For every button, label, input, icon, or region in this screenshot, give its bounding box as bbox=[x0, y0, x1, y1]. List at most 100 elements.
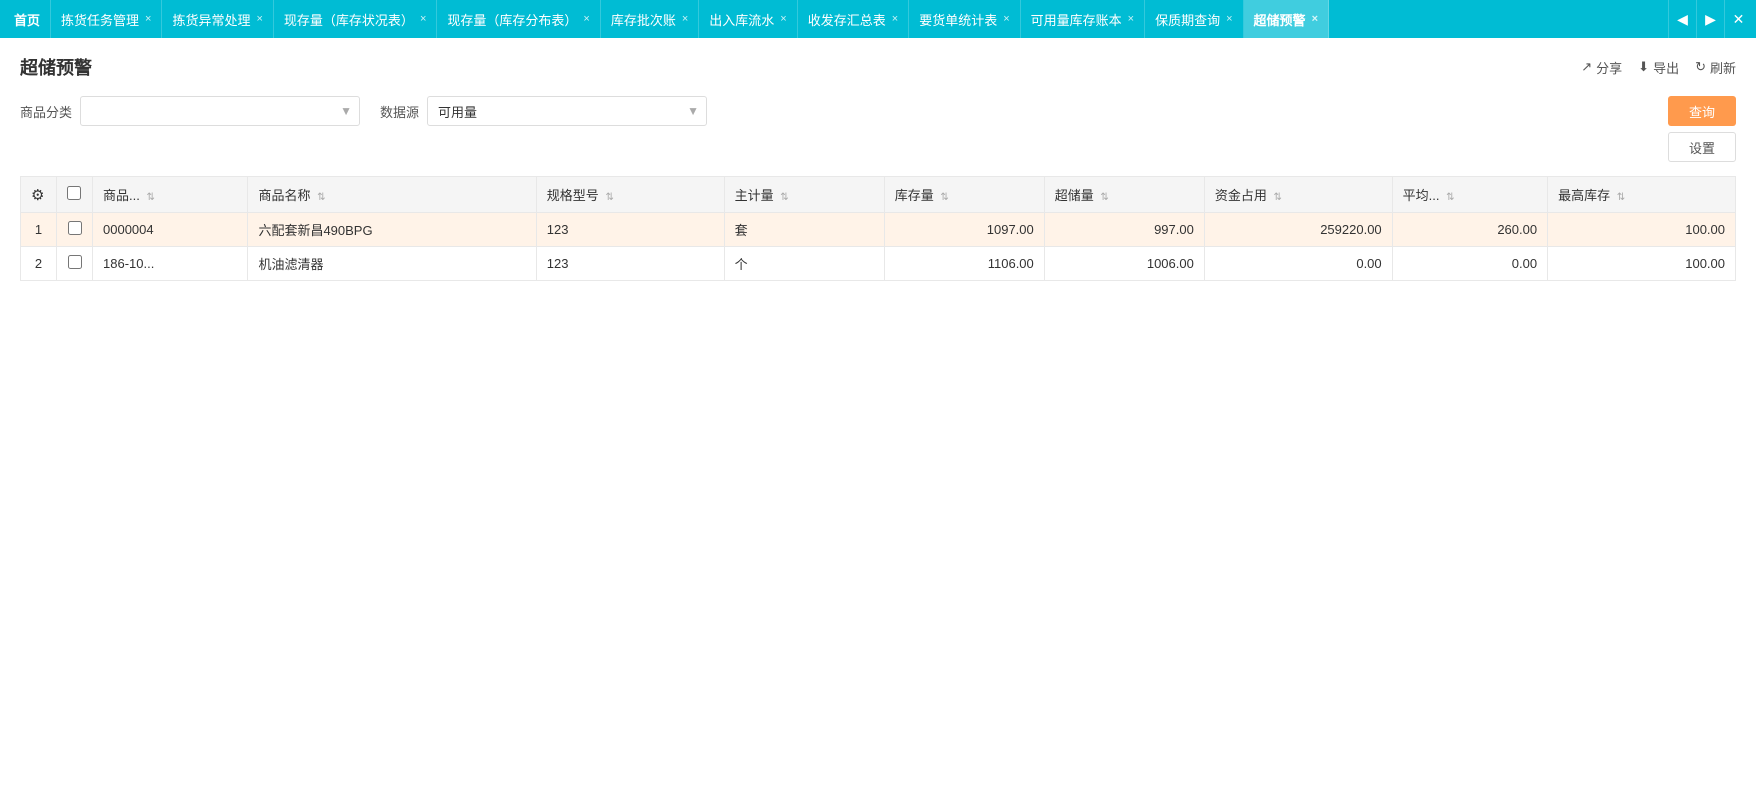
nav-tab-batch-account-label: 库存批次账 bbox=[611, 10, 676, 29]
nav-tab-inout-flow-label: 出入库流水 bbox=[709, 10, 774, 29]
nav-arrows: ◀ ▶ ✕ bbox=[1668, 0, 1752, 38]
nav-tab-overstock-alert[interactable]: 超储预警 × bbox=[1244, 0, 1329, 38]
th-overstock[interactable]: 超储量 ⇅ bbox=[1044, 177, 1204, 213]
nav-tab-order-stats[interactable]: 要货单统计表 × bbox=[909, 0, 1020, 38]
td-avg-2: 0.00 bbox=[1392, 247, 1547, 281]
td-checkbox-2[interactable] bbox=[57, 247, 93, 281]
td-code-2: 186-10... bbox=[93, 247, 248, 281]
category-select-wrapper: ▼ bbox=[80, 96, 360, 126]
refresh-action[interactable]: ↻ 刷新 bbox=[1695, 58, 1736, 77]
td-unit-2: 个 bbox=[724, 247, 884, 281]
nav-tab-picking-exception-close[interactable]: × bbox=[256, 13, 262, 25]
nav-arrow-right[interactable]: ▶ bbox=[1696, 0, 1724, 38]
nav-tab-picking-exception-label: 拣货异常处理 bbox=[172, 10, 250, 29]
datasource-select-value: 可用量 bbox=[438, 102, 477, 121]
export-action[interactable]: ⬇ 导出 bbox=[1638, 58, 1679, 77]
page-title: 超储预警 bbox=[20, 54, 92, 80]
nav-tab-recv-send-summary-close[interactable]: × bbox=[892, 13, 898, 25]
nav-tab-picking-task-close[interactable]: × bbox=[145, 13, 151, 25]
export-label: 导出 bbox=[1653, 58, 1679, 77]
nav-tab-overstock-alert-close[interactable]: × bbox=[1312, 13, 1318, 25]
nav-tab-home[interactable]: 首页 bbox=[4, 0, 51, 38]
td-capital-2: 0.00 bbox=[1204, 247, 1392, 281]
nav-tab-order-stats-close[interactable]: × bbox=[1003, 13, 1009, 25]
category-select[interactable] bbox=[80, 96, 360, 126]
th-checkbox[interactable] bbox=[57, 177, 93, 213]
query-button[interactable]: 查询 bbox=[1668, 96, 1736, 126]
td-maxstock-1: 100.00 bbox=[1548, 213, 1736, 247]
th-spec[interactable]: 规格型号 ⇅ bbox=[536, 177, 724, 213]
nav-tab-shelf-life-close[interactable]: × bbox=[1226, 13, 1232, 25]
nav-tab-stock-status-close[interactable]: × bbox=[420, 13, 426, 25]
th-unit[interactable]: 主计量 ⇅ bbox=[724, 177, 884, 213]
td-code-1: 0000004 bbox=[93, 213, 248, 247]
th-settings[interactable]: ⚙ bbox=[21, 177, 57, 213]
select-all-checkbox[interactable] bbox=[67, 186, 81, 200]
td-checkbox-1[interactable] bbox=[57, 213, 93, 247]
th-overstock-sort-icon: ⇅ bbox=[1100, 192, 1108, 203]
page-header: 超储预警 ↗ 分享 ⬇ 导出 ↻ 刷新 bbox=[20, 54, 1736, 80]
th-name-label: 商品名称 bbox=[258, 188, 310, 203]
nav-arrow-close[interactable]: ✕ bbox=[1724, 0, 1752, 38]
nav-tab-stock-dist-close[interactable]: × bbox=[583, 13, 589, 25]
datasource-filter-group: 数据源 可用量 ▼ bbox=[380, 96, 707, 126]
header-actions: ↗ 分享 ⬇ 导出 ↻ 刷新 bbox=[1581, 58, 1736, 77]
filter-and-buttons: 商品分类 ▼ 数据源 可用量 ▼ bbox=[20, 96, 1736, 162]
table-row: 2 186-10... 机油滤清器 123 个 1106.00 1006.00 … bbox=[21, 247, 1736, 281]
nav-tab-recv-send-summary[interactable]: 收发存汇总表 × bbox=[798, 0, 909, 38]
nav-tab-recv-send-summary-label: 收发存汇总表 bbox=[808, 10, 886, 29]
th-maxstock[interactable]: 最高库存 ⇅ bbox=[1548, 177, 1736, 213]
nav-tab-overstock-alert-label: 超储预警 bbox=[1254, 10, 1306, 29]
td-spec-2: 123 bbox=[536, 247, 724, 281]
nav-tab-picking-exception[interactable]: 拣货异常处理 × bbox=[162, 0, 273, 38]
td-unit-1: 套 bbox=[724, 213, 884, 247]
th-unit-label: 主计量 bbox=[735, 188, 774, 203]
td-row-num-1: 1 bbox=[21, 213, 57, 247]
th-capital[interactable]: 资金占用 ⇅ bbox=[1204, 177, 1392, 213]
filters-area: 商品分类 ▼ 数据源 可用量 ▼ bbox=[20, 96, 1652, 126]
td-row-num-2: 2 bbox=[21, 247, 57, 281]
refresh-label: 刷新 bbox=[1710, 58, 1736, 77]
th-avg[interactable]: 平均... ⇅ bbox=[1392, 177, 1547, 213]
datasource-filter-label: 数据源 bbox=[380, 102, 419, 121]
table-header: ⚙ 商品... ⇅ 商品名称 ⇅ 规格型号 ⇅ 主计量 bbox=[21, 177, 1736, 213]
row-checkbox-1[interactable] bbox=[68, 221, 82, 235]
th-code[interactable]: 商品... ⇅ bbox=[93, 177, 248, 213]
share-icon: ↗ bbox=[1581, 59, 1592, 75]
th-stock[interactable]: 库存量 ⇅ bbox=[884, 177, 1044, 213]
nav-tab-available-stock[interactable]: 可用量库存账本 × bbox=[1021, 0, 1145, 38]
nav-tab-shelf-life-label: 保质期查询 bbox=[1155, 10, 1220, 29]
nav-tab-available-stock-close[interactable]: × bbox=[1128, 13, 1134, 25]
th-maxstock-sort-icon: ⇅ bbox=[1617, 192, 1625, 203]
datasource-select[interactable]: 可用量 bbox=[427, 96, 707, 126]
nav-tab-inout-flow[interactable]: 出入库流水 × bbox=[699, 0, 797, 38]
row-checkbox-2[interactable] bbox=[68, 255, 82, 269]
nav-tab-shelf-life[interactable]: 保质期查询 × bbox=[1145, 0, 1243, 38]
th-stock-label: 库存量 bbox=[895, 188, 934, 203]
settings-button[interactable]: 设置 bbox=[1668, 132, 1736, 162]
nav-tab-batch-account[interactable]: 库存批次账 × bbox=[601, 0, 699, 38]
nav-tab-stock-status[interactable]: 现存量（库存状况表） × bbox=[274, 0, 437, 38]
page-content: 超储预警 ↗ 分享 ⬇ 导出 ↻ 刷新 商品分类 bbox=[0, 38, 1756, 800]
table-header-row: ⚙ 商品... ⇅ 商品名称 ⇅ 规格型号 ⇅ 主计量 bbox=[21, 177, 1736, 213]
th-capital-sort-icon: ⇅ bbox=[1273, 192, 1281, 203]
export-icon: ⬇ bbox=[1638, 59, 1649, 75]
refresh-icon: ↻ bbox=[1695, 59, 1706, 75]
nav-tab-stock-dist-label: 现存量（库存分布表） bbox=[447, 10, 577, 29]
nav-tab-inout-flow-close[interactable]: × bbox=[780, 13, 786, 25]
th-name[interactable]: 商品名称 ⇅ bbox=[248, 177, 536, 213]
nav-tab-picking-task[interactable]: 拣货任务管理 × bbox=[51, 0, 162, 38]
th-name-sort-icon: ⇅ bbox=[317, 192, 325, 203]
th-overstock-label: 超储量 bbox=[1055, 188, 1094, 203]
th-avg-sort-icon: ⇅ bbox=[1446, 192, 1454, 203]
td-avg-1: 260.00 bbox=[1392, 213, 1547, 247]
nav-tab-stock-dist[interactable]: 现存量（库存分布表） × bbox=[437, 0, 600, 38]
share-action[interactable]: ↗ 分享 bbox=[1581, 58, 1622, 77]
nav-tab-batch-account-close[interactable]: × bbox=[682, 13, 688, 25]
td-capital-1: 259220.00 bbox=[1204, 213, 1392, 247]
nav-arrow-left[interactable]: ◀ bbox=[1668, 0, 1696, 38]
th-maxstock-label: 最高库存 bbox=[1558, 188, 1610, 203]
th-capital-label: 资金占用 bbox=[1215, 188, 1267, 203]
td-spec-1: 123 bbox=[536, 213, 724, 247]
right-buttons: 查询 设置 bbox=[1668, 96, 1736, 162]
